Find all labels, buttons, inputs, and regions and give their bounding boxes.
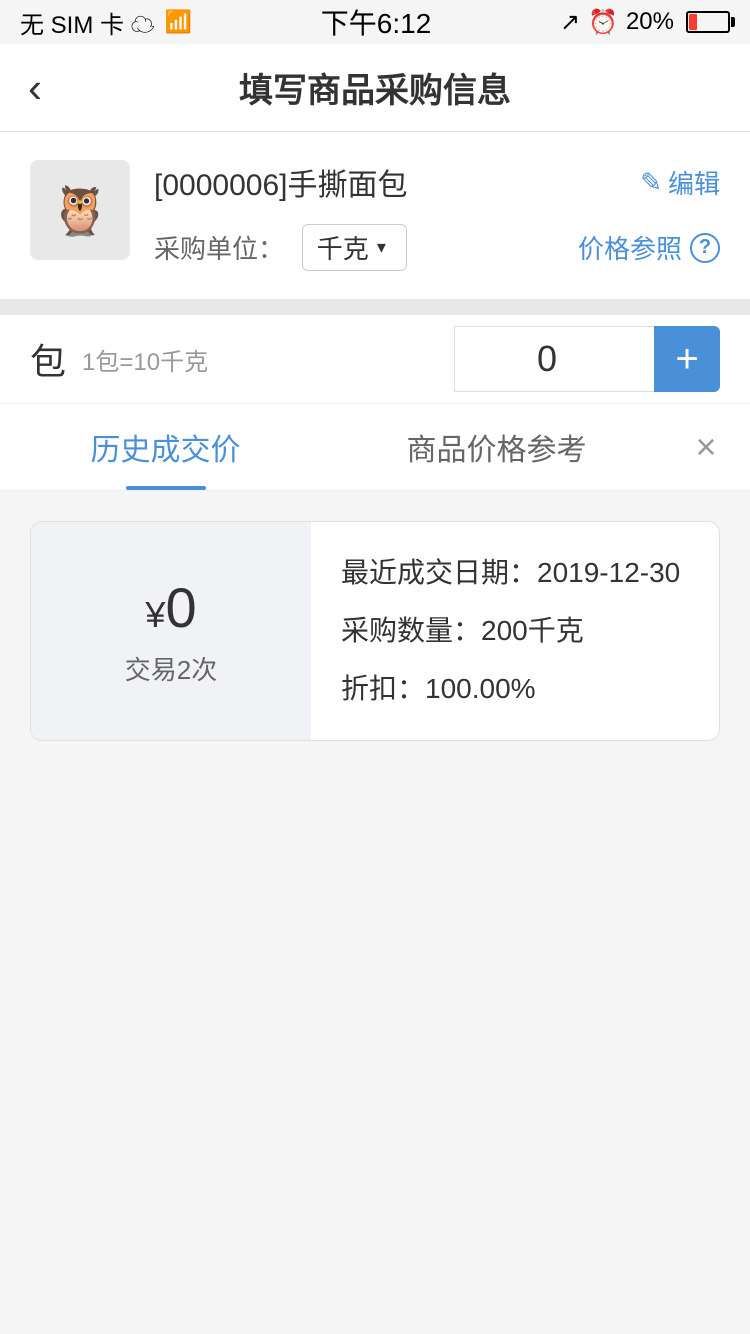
- history-price-area: ¥0 交易2次: [31, 522, 311, 740]
- tab-history[interactable]: 历史成交价: [0, 404, 331, 490]
- status-right: ↗ ⏰ 20%: [560, 8, 730, 37]
- product-header: [0000006]手撕面包 ✎ 编辑: [154, 160, 720, 204]
- detail-discount-row: 折扣：100.00%: [341, 668, 689, 710]
- tabs-bar: 历史成交价 商品价格参考 ×: [0, 403, 750, 491]
- dropdown-arrow-icon: ▾: [377, 237, 386, 258]
- product-info: [0000006]手撕面包 ✎ 编辑 采购单位： 千克 ▾ 价格参照 ?: [154, 160, 720, 271]
- qty-input-area: +: [454, 326, 720, 392]
- detail-qty-label: 采购数量：: [341, 615, 481, 646]
- status-left: 无 SIM 卡 ☁ 📶: [20, 5, 192, 40]
- product-thumbnail: 🦉: [30, 160, 130, 260]
- back-button[interactable]: ‹: [28, 64, 42, 112]
- tab-product-price[interactable]: 商品价格参考: [331, 404, 662, 490]
- edit-label: 编辑: [668, 164, 720, 201]
- help-icon: ?: [690, 233, 720, 263]
- tab-history-label: 历史成交价: [91, 425, 241, 469]
- qty-plus-button[interactable]: +: [654, 326, 720, 392]
- unit-label: 采购单位：: [154, 234, 284, 264]
- gray-divider: [0, 299, 750, 315]
- battery-pct: 20%: [626, 8, 674, 36]
- nav-title: 填写商品采购信息: [239, 63, 511, 112]
- status-time: 下午6:12: [321, 2, 432, 42]
- unit-selector-area: 采购单位： 千克 ▾: [154, 224, 407, 271]
- product-image: 🦉: [50, 182, 110, 239]
- tab-product-price-label: 商品价格参考: [407, 425, 587, 469]
- qty-unit-big: 包: [30, 333, 66, 385]
- quantity-row: 包 1包=10千克 +: [0, 315, 750, 403]
- history-card: ¥0 交易2次 最近成交日期：2019-12-30 采购数量：200千克 折扣：…: [30, 521, 720, 741]
- history-trade-count: 交易2次: [125, 650, 217, 687]
- detail-qty-value: 200千克: [481, 615, 584, 646]
- battery-fill: [689, 14, 697, 30]
- nav-bar: ‹ 填写商品采购信息: [0, 44, 750, 132]
- product-card: 🦉 [0000006]手撕面包 ✎ 编辑 采购单位： 千克 ▾ 价格参照 ?: [0, 132, 750, 299]
- wifi-icon: 📶: [165, 9, 192, 35]
- tab-content: ¥0 交易2次 最近成交日期：2019-12-30 采购数量：200千克 折扣：…: [0, 491, 750, 891]
- product-name: [0000006]手撕面包: [154, 160, 407, 204]
- edit-icon: ✎: [640, 167, 662, 198]
- detail-discount-label: 折扣：: [341, 673, 425, 704]
- history-price-value: ¥0: [145, 575, 196, 640]
- qty-label-area: 包 1包=10千克: [30, 333, 208, 385]
- status-bar: 无 SIM 卡 ☁ 📶 下午6:12 ↗ ⏰ 20%: [0, 0, 750, 44]
- sim-text: 无 SIM 卡 ☁: [20, 5, 155, 40]
- history-details: 最近成交日期：2019-12-30 采购数量：200千克 折扣：100.00%: [311, 522, 719, 740]
- detail-date-row: 最近成交日期：2019-12-30: [341, 552, 689, 594]
- price-ref-link[interactable]: 价格参照 ?: [578, 229, 720, 266]
- location-icon: ↗: [560, 8, 580, 37]
- edit-link[interactable]: ✎ 编辑: [640, 164, 720, 201]
- alarm-icon: ⏰: [588, 8, 618, 37]
- unit-select[interactable]: 千克 ▾: [302, 224, 407, 271]
- tab-close-button[interactable]: ×: [662, 403, 750, 491]
- unit-value: 千克: [317, 229, 369, 266]
- yen-symbol: ¥: [145, 594, 165, 635]
- price-ref-label: 价格参照: [578, 229, 682, 266]
- battery-icon: [686, 11, 730, 33]
- qty-input[interactable]: [454, 326, 654, 392]
- detail-date-value: 2019-12-30: [537, 557, 680, 588]
- product-unit-row: 采购单位： 千克 ▾ 价格参照 ?: [154, 224, 720, 271]
- detail-discount-value: 100.00%: [425, 673, 536, 704]
- detail-qty-row: 采购数量：200千克: [341, 610, 689, 652]
- price-number: 0: [165, 576, 196, 639]
- qty-unit-desc: 1包=10千克: [82, 342, 208, 377]
- detail-date-label: 最近成交日期：: [341, 557, 537, 588]
